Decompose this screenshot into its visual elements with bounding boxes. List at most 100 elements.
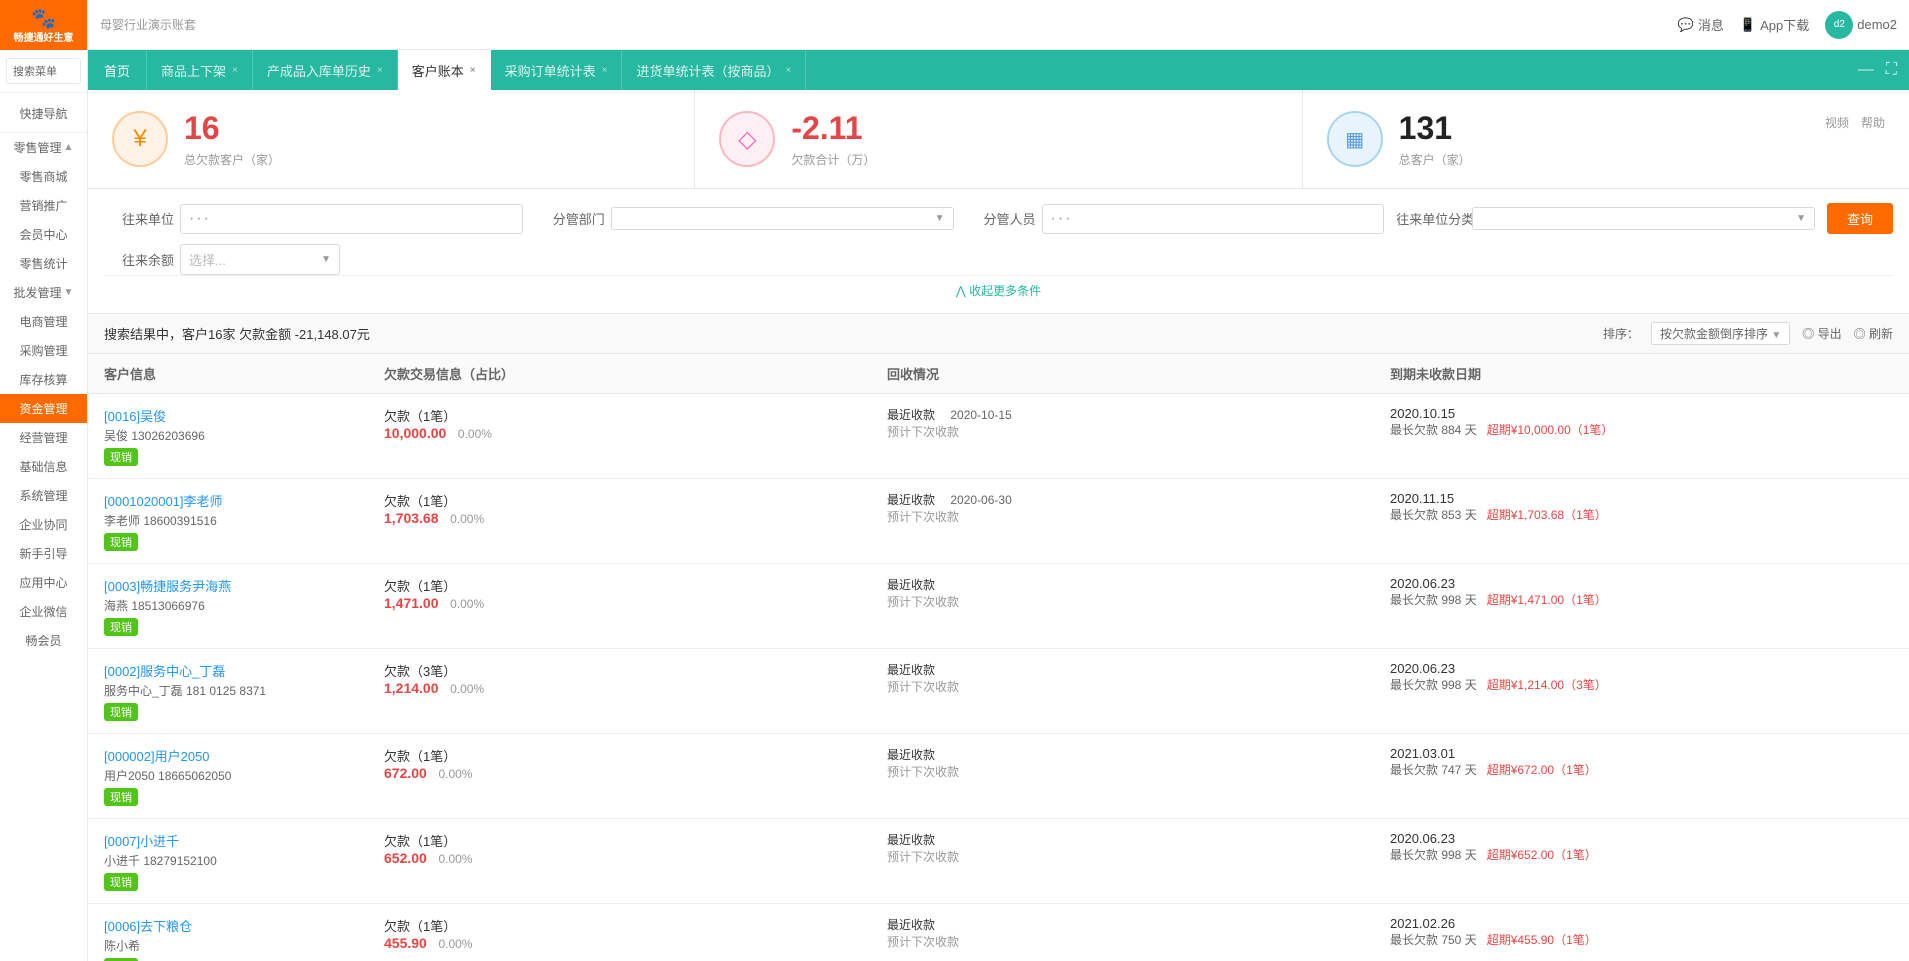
balance-placeholder: 选择... xyxy=(189,250,226,269)
filter-person: 分管人员 ··· xyxy=(966,204,1385,234)
help-button[interactable]: 帮助 xyxy=(1861,114,1885,131)
debt-info-cell: 欠款（1笔） 10,000.00 0.00% xyxy=(384,406,887,441)
sidebar-item-system-mgmt[interactable]: 系统管理 xyxy=(0,481,87,510)
debt-count: 欠款（1笔） xyxy=(384,916,887,935)
sidebar-item-retail-stats[interactable]: 零售统计 xyxy=(0,249,87,278)
close-icon[interactable]: × xyxy=(232,65,238,76)
customer-id-link[interactable]: [000002]用户2050 xyxy=(104,746,384,765)
overdue-amount-link[interactable]: 超期¥1,703.68（1笔） xyxy=(1487,508,1607,522)
close-icon[interactable]: × xyxy=(377,65,383,76)
sort-select[interactable]: 按欠款金额倒序排序 ▼ xyxy=(1651,322,1790,345)
app-logo[interactable]: 🐾 畅捷通好生意 xyxy=(0,0,87,50)
customer-tag: 现销 xyxy=(104,873,138,891)
refresh-icon: ◎ xyxy=(1854,327,1869,341)
person-input[interactable]: ··· xyxy=(1042,204,1385,234)
search-menu-button[interactable]: 搜索菜单 xyxy=(6,58,81,84)
customer-id-link[interactable]: [0007]小进千 xyxy=(104,831,384,850)
tab-purchase-order-stats[interactable]: 采购订单统计表 × xyxy=(491,50,623,90)
export-button[interactable]: ◎ 导出 xyxy=(1802,325,1841,342)
total-debt-icon: ◇ xyxy=(719,111,775,167)
unit-category-select[interactable]: ▼ xyxy=(1472,207,1815,230)
sidebar-item-guide[interactable]: 新手引导 xyxy=(0,539,87,568)
sidebar-item-inventory[interactable]: 库存核算 xyxy=(0,365,87,394)
avatar: d2 xyxy=(1825,11,1853,39)
overdue-days: 最长欠款 750 天 超期¥455.90（1笔） xyxy=(1390,931,1893,948)
last-collect: 最近收款 xyxy=(887,661,1390,678)
due-date: 2020.10.15 xyxy=(1390,406,1893,421)
due-date: 2021.02.26 xyxy=(1390,916,1893,931)
sidebar-item-wholesale-mgmt[interactable]: 批发管理 ▼ xyxy=(0,278,87,307)
tab-customer-account[interactable]: 客户账本 × xyxy=(398,50,491,90)
summary-card-text: 131 总客户（家） xyxy=(1399,110,1471,168)
debt-percent: 0.00% xyxy=(450,682,484,696)
customer-id-link[interactable]: [0003]畅捷服务尹海燕 xyxy=(104,576,384,595)
overdue-amount-link[interactable]: 超期¥455.90（1笔） xyxy=(1487,933,1597,947)
last-collect-label: 最近收款 xyxy=(887,663,935,677)
sidebar-item-members[interactable]: 会员中心 xyxy=(0,220,87,249)
chevron-down-icon: ▲ xyxy=(64,142,74,153)
customer-id-link[interactable]: [0006]去下粮仓 xyxy=(104,916,384,935)
dots-icon: ··· xyxy=(189,210,211,228)
collapse-bar[interactable]: ⋀ 收起更多条件 xyxy=(104,275,1893,305)
sidebar-item-finance[interactable]: 资金管理 xyxy=(0,394,87,423)
sidebar-item-purchase-mgmt[interactable]: 采购管理 xyxy=(0,336,87,365)
refresh-button[interactable]: ◎ 刷新 xyxy=(1854,325,1893,342)
overdue-amount-link[interactable]: 超期¥1,214.00（3笔） xyxy=(1487,678,1607,692)
debt-percent: 0.00% xyxy=(438,852,472,866)
sidebar-item-business-mgmt[interactable]: 经营管理 xyxy=(0,423,87,452)
tab-finished-goods[interactable]: 产成品入库单历史 × xyxy=(253,50,398,90)
customer-phone: 小进千 18279152100 xyxy=(104,852,384,869)
debt-percent: 0.00% xyxy=(450,512,484,526)
sidebar-item-retail-mall[interactable]: 零售商城 xyxy=(0,162,87,191)
sidebar-item-basic-info[interactable]: 基础信息 xyxy=(0,452,87,481)
debt-amount: 652.00 xyxy=(384,850,427,866)
customer-id-link[interactable]: [0001020001]李老师 xyxy=(104,491,384,510)
tab-label: 客户账本 xyxy=(412,61,464,80)
sidebar-item-app-center[interactable]: 应用中心 xyxy=(0,568,87,597)
sidebar-item-retail-mgmt[interactable]: 零售管理 ▲ xyxy=(0,133,87,162)
sidebar-item-ecommerce[interactable]: 电商管理 xyxy=(0,307,87,336)
debt-amount-row: 10,000.00 0.00% xyxy=(384,425,887,441)
tab-product-listing[interactable]: 商品上下架 × xyxy=(147,50,253,90)
next-collect: 预计下次收款 xyxy=(887,508,1390,525)
close-icon[interactable]: × xyxy=(785,65,791,76)
username-label: demo2 xyxy=(1857,17,1897,32)
customer-tag: 现销 xyxy=(104,788,138,806)
tab-purchase-stats-product[interactable]: 进货单统计表（按商品） × xyxy=(622,50,806,90)
sidebar-item-label: 快捷导航 xyxy=(19,107,67,121)
message-button[interactable]: 💬 消息 xyxy=(1678,15,1724,34)
dept-select[interactable]: ▼ xyxy=(611,207,954,230)
overdue-amount-link[interactable]: 超期¥1,471.00（1笔） xyxy=(1487,593,1607,607)
search-button[interactable]: 查询 xyxy=(1827,203,1893,234)
sidebar-item-collab[interactable]: 企业协同 xyxy=(0,510,87,539)
customer-tag: 现销 xyxy=(104,618,138,636)
sidebar-item-member-plus[interactable]: 畅会员 xyxy=(0,626,87,655)
summary-card-total-customers: ▦ 131 总客户（家） 视频 帮助 xyxy=(1303,90,1909,188)
table-row: [0002]服务中心_丁磊 服务中心_丁磊 181 0125 8371 现销 欠… xyxy=(88,649,1909,734)
customer-phone: 吴俊 13026203696 xyxy=(104,427,384,444)
customer-phone: 陈小希 xyxy=(104,937,384,954)
balance-select[interactable]: 选择... ▼ xyxy=(180,244,340,275)
last-collect-label: 最近收款 xyxy=(887,833,935,847)
tab-home[interactable]: 首页 xyxy=(88,50,147,90)
sidebar-item-wechat[interactable]: 企业微信 xyxy=(0,597,87,626)
close-icon[interactable]: × xyxy=(602,65,608,76)
collection-info-cell: 最近收款 预计下次收款 xyxy=(887,661,1390,695)
chevron-down-icon: ▼ xyxy=(321,254,331,265)
user-profile[interactable]: d2 demo2 xyxy=(1825,11,1897,39)
source-unit-input[interactable]: ··· xyxy=(180,204,523,234)
app-download-button[interactable]: 📱 App下载 xyxy=(1740,15,1809,34)
minimize-button[interactable]: — xyxy=(1854,59,1878,81)
overdue-amount-link[interactable]: 超期¥10,000.00（1笔） xyxy=(1487,423,1614,437)
sidebar-item-marketing[interactable]: 营销推广 xyxy=(0,191,87,220)
customer-id-link[interactable]: [0002]服务中心_丁磊 xyxy=(104,661,384,680)
overdue-amount-link[interactable]: 超期¥652.00（1笔） xyxy=(1487,848,1597,862)
overdue-amount-link[interactable]: 超期¥672.00（1笔） xyxy=(1487,763,1597,777)
total-customers-value: 131 xyxy=(1399,110,1471,147)
maximize-button[interactable]: ⛶ xyxy=(1882,59,1901,81)
sidebar-item-quick-nav[interactable]: 快捷导航 xyxy=(0,99,87,128)
video-help-button[interactable]: 视频 xyxy=(1825,114,1849,131)
close-icon[interactable]: × xyxy=(470,65,476,76)
customer-id-link[interactable]: [0016]吴俊 xyxy=(104,406,384,425)
filter-source-unit: 往来单位 ··· xyxy=(104,204,523,234)
